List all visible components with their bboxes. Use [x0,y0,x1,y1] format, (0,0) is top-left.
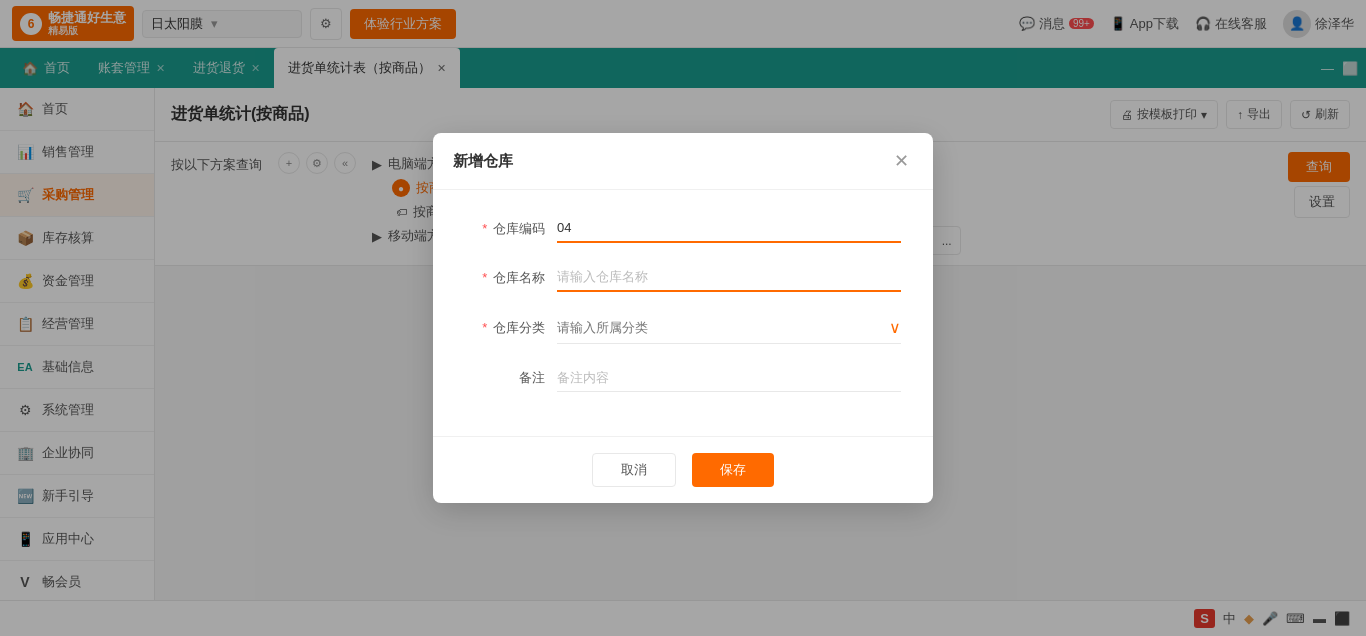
note-input[interactable] [557,364,901,392]
modal-overlay[interactable]: 新增仓库 ✕ * 仓库编码 * 仓库名称 [0,0,1366,636]
form-row-category: * 仓库分类 ∨ [465,312,901,344]
category-select[interactable]: ∨ [557,312,901,344]
cancel-button[interactable]: 取消 [592,453,676,487]
category-label: * 仓库分类 [465,319,545,337]
required-star: * [482,221,487,236]
modal-header: 新增仓库 ✕ [433,133,933,190]
modal-body: * 仓库编码 * 仓库名称 * 仓库分类 [433,190,933,436]
form-row-code: * 仓库编码 [465,214,901,243]
modal-footer: 取消 保存 [433,436,933,503]
modal-title: 新增仓库 [453,152,513,171]
required-star: * [482,270,487,285]
save-button[interactable]: 保存 [692,453,774,487]
modal-new-warehouse: 新增仓库 ✕ * 仓库编码 * 仓库名称 [433,133,933,503]
chevron-down-icon: ∨ [889,318,901,337]
code-label: * 仓库编码 [465,220,545,238]
form-row-name: * 仓库名称 [465,263,901,292]
note-label: 备注 [465,369,545,387]
required-star: * [482,320,487,335]
code-input[interactable] [557,214,901,243]
form-row-note: 备注 [465,364,901,392]
category-input[interactable] [557,320,889,335]
close-button[interactable]: ✕ [889,149,913,173]
name-input[interactable] [557,263,901,292]
name-label: * 仓库名称 [465,269,545,287]
